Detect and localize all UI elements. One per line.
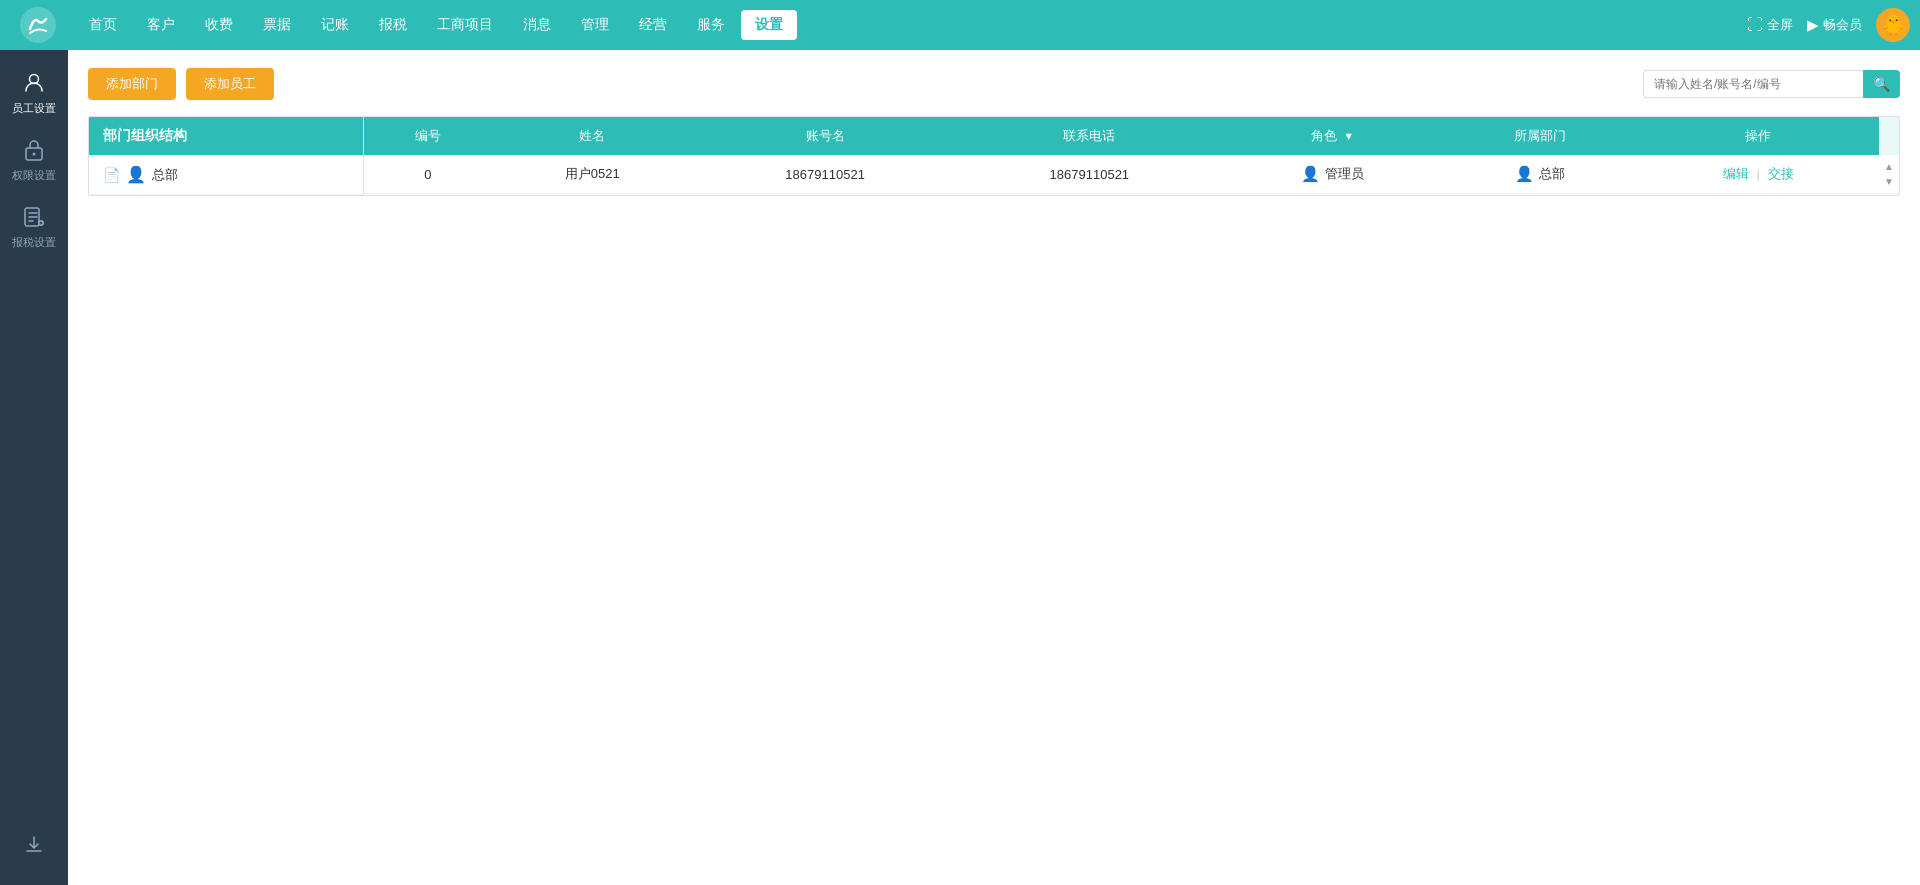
th-dept: 所属部门 <box>1443 117 1637 155</box>
role-person-icon: 👤 <box>1301 165 1320 183</box>
th-scroll <box>1879 117 1899 155</box>
cell-role: 👤 管理员 <box>1221 155 1443 194</box>
toolbar: 添加部门 添加员工 🔍 <box>88 68 1900 100</box>
dept-panel-header: 部门组织结构 <box>89 117 363 155</box>
sidebar-item-permission[interactable]: 权限设置 <box>0 127 68 194</box>
file-icon: 📄 <box>103 167 120 183</box>
svg-point-1 <box>30 75 39 84</box>
panels: 部门组织结构 📄 👤 总部 编号 姓名 账号名 联系电话 <box>88 116 1900 196</box>
dept-name: 总部 <box>152 166 178 184</box>
tax-settings-icon <box>23 206 45 231</box>
main-layout: 员工设置 权限设置 报税设置 <box>0 50 1920 885</box>
cell-name: 用户0521 <box>492 155 693 194</box>
th-role[interactable]: 角色 ▼ <box>1221 117 1443 155</box>
vip-button[interactable]: ▶ 畅会员 <box>1807 16 1862 34</box>
top-navigation: 首页 客户 收费 票据 记账 报税 工商项目 消息 管理 经营 服务 设置 ⛶ … <box>0 0 1920 50</box>
role-value: 管理员 <box>1325 165 1364 183</box>
fullscreen-button[interactable]: ⛶ 全屏 <box>1747 16 1793 34</box>
th-account: 账号名 <box>693 117 957 155</box>
lock-icon <box>24 139 44 164</box>
action-separator: | <box>1757 166 1760 181</box>
sidebar-item-employee[interactable]: 员工设置 <box>0 60 68 127</box>
nav-item-business[interactable]: 工商项目 <box>423 10 507 40</box>
sidebar-item-tax-settings[interactable]: 报税设置 <box>0 194 68 261</box>
nav-item-tax[interactable]: 报税 <box>365 10 421 40</box>
add-employee-button[interactable]: 添加员工 <box>186 68 274 100</box>
filter-icon: ▼ <box>1343 130 1354 142</box>
search-button[interactable]: 🔍 <box>1863 70 1900 98</box>
employee-icon <box>23 72 45 97</box>
cell-phone: 18679110521 <box>957 155 1221 194</box>
cell-action: 编辑 | 交接 <box>1637 155 1879 194</box>
nav-item-account[interactable]: 记账 <box>307 10 363 40</box>
th-action: 操作 <box>1637 117 1879 155</box>
edit-link[interactable]: 编辑 <box>1723 166 1749 181</box>
add-dept-button[interactable]: 添加部门 <box>88 68 176 100</box>
nav-item-service[interactable]: 服务 <box>683 10 739 40</box>
cell-scroll: ▲ ▼ <box>1879 155 1899 194</box>
person-icon: 👤 <box>126 165 146 184</box>
th-name: 姓名 <box>492 117 693 155</box>
sidebar-bottom <box>0 822 68 885</box>
nav-item-home[interactable]: 首页 <box>75 10 131 40</box>
content-area: 添加部门 添加员工 🔍 部门组织结构 📄 👤 总部 <box>68 50 1920 885</box>
cell-id: 0 <box>364 155 492 194</box>
dept-panel: 部门组织结构 📄 👤 总部 <box>89 117 364 195</box>
nav-item-fee[interactable]: 收费 <box>191 10 247 40</box>
employee-table: 编号 姓名 账号名 联系电话 角色 ▼ 所属部门 操作 <box>364 117 1899 194</box>
table-header-row: 编号 姓名 账号名 联系电话 角色 ▼ 所属部门 操作 <box>364 117 1899 155</box>
vip-icon: ▶ <box>1807 16 1819 34</box>
scroll-down-arrow[interactable]: ▼ <box>1882 174 1896 189</box>
nav-item-bill[interactable]: 票据 <box>249 10 305 40</box>
table-row: 0 用户0521 18679110521 18679110521 👤 管理员 <box>364 155 1899 194</box>
sidebar: 员工设置 权限设置 报税设置 <box>0 50 68 885</box>
tax-settings-label: 报税设置 <box>12 236 56 249</box>
cell-dept: 👤 总部 <box>1443 155 1637 194</box>
nav-item-manage[interactable]: 管理 <box>567 10 623 40</box>
search-icon: 🔍 <box>1873 76 1890 92</box>
search-area: 🔍 <box>1643 70 1900 98</box>
transfer-link[interactable]: 交接 <box>1768 166 1794 181</box>
nav-item-settings[interactable]: 设置 <box>741 10 797 40</box>
nav-item-operation[interactable]: 经营 <box>625 10 681 40</box>
th-id: 编号 <box>364 117 492 155</box>
right-actions: ⛶ 全屏 ▶ 畅会员 🐥 <box>1747 8 1910 42</box>
cell-account: 18679110521 <box>693 155 957 194</box>
table-panel: 编号 姓名 账号名 联系电话 角色 ▼ 所属部门 操作 <box>364 117 1899 195</box>
dept-item-general[interactable]: 📄 👤 总部 <box>89 155 363 195</box>
employee-label: 员工设置 <box>12 102 56 115</box>
download-icon <box>23 834 45 859</box>
nav-item-customer[interactable]: 客户 <box>133 10 189 40</box>
dept-person-icon: 👤 <box>1515 165 1534 183</box>
permission-label: 权限设置 <box>12 169 56 182</box>
fullscreen-icon: ⛶ <box>1747 16 1763 34</box>
avatar[interactable]: 🐥 <box>1876 8 1910 42</box>
nav-item-message[interactable]: 消息 <box>509 10 565 40</box>
th-phone: 联系电话 <box>957 117 1221 155</box>
svg-point-3 <box>33 153 36 156</box>
nav-items: 首页 客户 收费 票据 记账 报税 工商项目 消息 管理 经营 服务 设置 <box>75 10 1747 40</box>
search-input[interactable] <box>1643 70 1863 98</box>
dept-value: 总部 <box>1539 165 1565 183</box>
vip-label: 畅会员 <box>1823 16 1862 34</box>
sidebar-download[interactable] <box>0 822 68 871</box>
logo <box>10 7 65 43</box>
scroll-up-arrow[interactable]: ▲ <box>1882 159 1896 174</box>
svg-point-0 <box>20 7 56 43</box>
fullscreen-label: 全屏 <box>1767 16 1793 34</box>
